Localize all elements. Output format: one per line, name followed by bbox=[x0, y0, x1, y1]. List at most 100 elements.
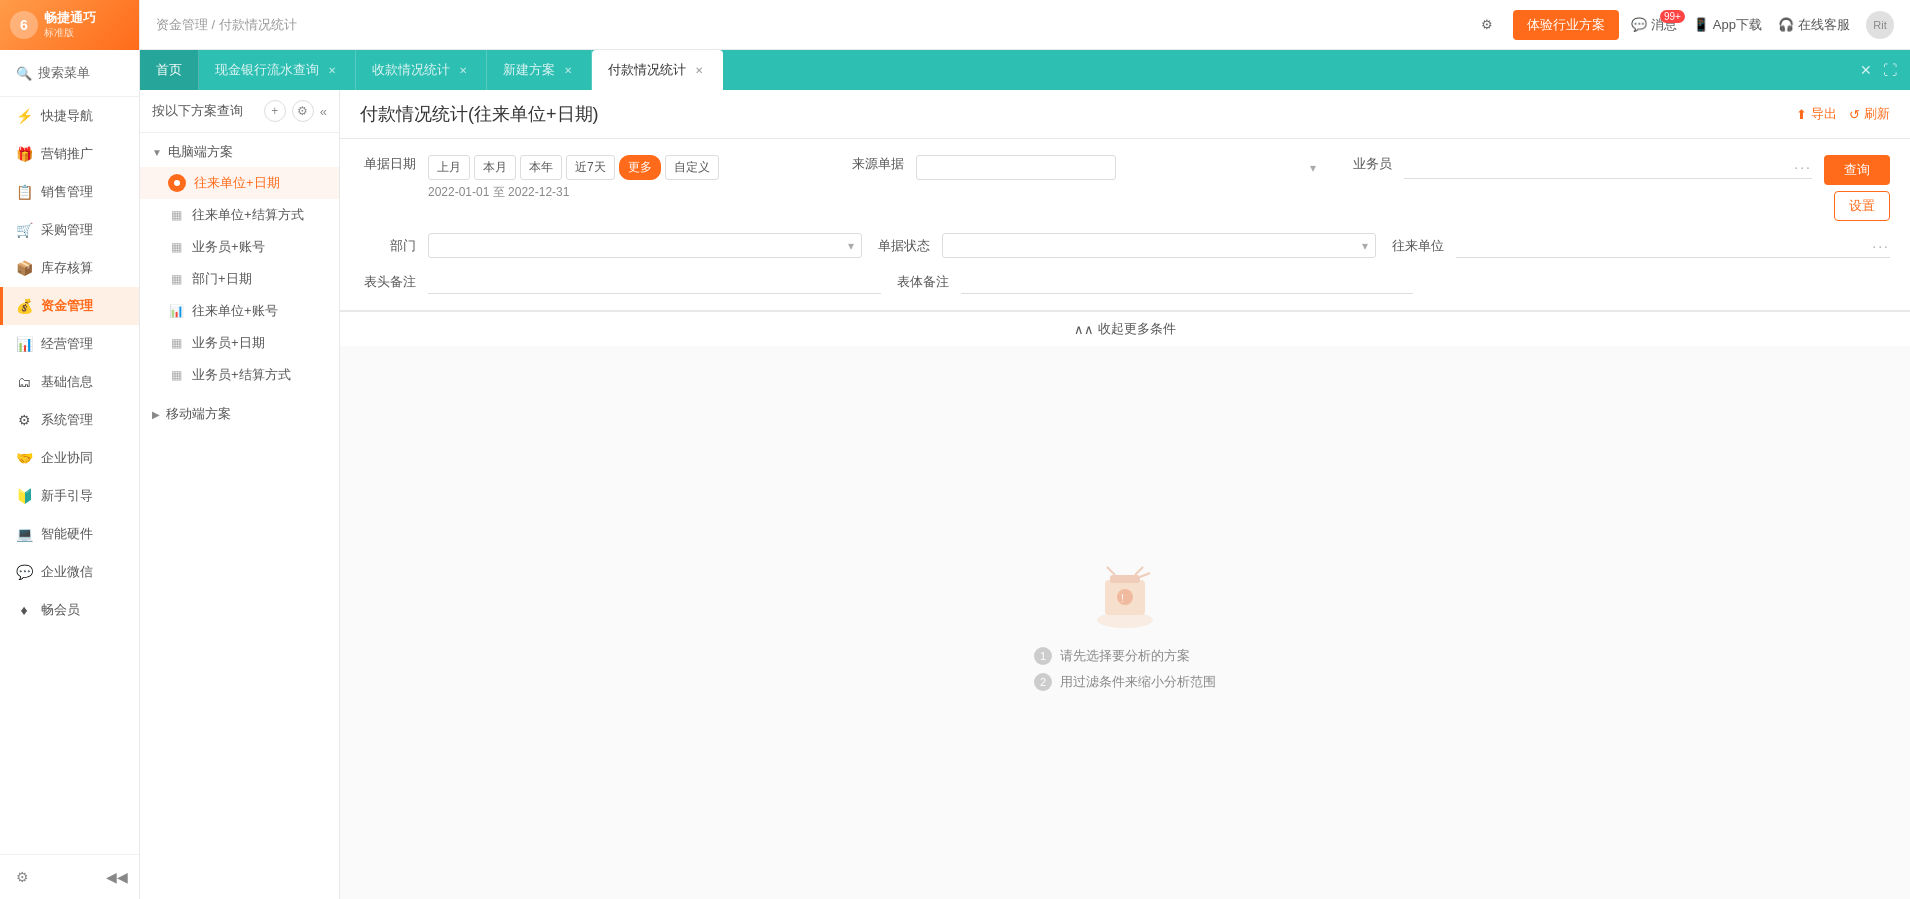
topbar: 资金管理 / 付款情况统计 ⚙ 体验行业方案 💬 消息 99+ 📱 App下载 … bbox=[140, 0, 1910, 50]
sidebar-item-guide[interactable]: 🔰新手引导 bbox=[0, 477, 139, 515]
status-select[interactable] bbox=[942, 233, 1376, 258]
nav-label-guide: 新手引导 bbox=[41, 487, 93, 505]
sidebar-nav: ⚡快捷导航🎁营销推广📋销售管理🛒采购管理📦库存核算💰资金管理📊经营管理🗂基础信息… bbox=[0, 97, 139, 854]
sidebar-item-shortcut[interactable]: ⚡快捷导航 bbox=[0, 97, 139, 135]
scheme-item-partner_account[interactable]: 📊往来单位+账号 bbox=[140, 295, 339, 327]
scheme-icon-partner_account: 📊 bbox=[168, 303, 184, 319]
scheme-collapse-icon[interactable]: « bbox=[320, 104, 327, 119]
this-year-btn[interactable]: 本年 bbox=[520, 155, 562, 180]
sidebar-item-finance[interactable]: 💰资金管理 bbox=[0, 287, 139, 325]
more-date-btn[interactable]: 更多 bbox=[619, 155, 661, 180]
scheme-item-partner_date[interactable]: 往来单位+日期 bbox=[140, 167, 339, 199]
scheme-item-staff_settle[interactable]: ▦业务员+结算方式 bbox=[140, 359, 339, 391]
svg-line-7 bbox=[1107, 567, 1115, 575]
nav-label-inventory: 库存核算 bbox=[41, 259, 93, 277]
message-icon: 💬 bbox=[1631, 17, 1647, 32]
tab-close-new_scheme[interactable]: ✕ bbox=[561, 63, 575, 77]
tab-payment[interactable]: 付款情况统计 ✕ bbox=[592, 50, 723, 90]
tip-num-2: 2 bbox=[1034, 673, 1052, 691]
settings-gear-icon[interactable]: ⚙ bbox=[8, 863, 36, 891]
sidebar-item-system[interactable]: ⚙系统管理 bbox=[0, 401, 139, 439]
sidebar-item-inventory[interactable]: 📦库存核算 bbox=[0, 249, 139, 287]
body-note-input[interactable] bbox=[961, 270, 1414, 294]
staff-input[interactable] bbox=[1404, 155, 1812, 179]
content-area: 按以下方案查询 + ⚙ « ▼ 电脑端方案 往来单位+日期▦往来单位+结算方式▦… bbox=[140, 90, 1910, 899]
partner-input-wrap: ··· bbox=[1456, 234, 1890, 258]
sidebar-item-hardware[interactable]: 💻智能硬件 bbox=[0, 515, 139, 553]
staff-label: 业务员 bbox=[1336, 155, 1392, 173]
sidebar-item-enterprise[interactable]: 🤝企业协同 bbox=[0, 439, 139, 477]
nav-icon-shortcut: ⚡ bbox=[15, 107, 33, 125]
scheme-item-staff_date[interactable]: ▦业务员+日期 bbox=[140, 327, 339, 359]
date-range-text: 2022-01-01 至 2022-12-31 bbox=[428, 184, 836, 201]
sidebar-item-purchase[interactable]: 🛒采购管理 bbox=[0, 211, 139, 249]
message-btn[interactable]: 💬 消息 99+ bbox=[1631, 16, 1677, 34]
partner-dots-btn[interactable]: ··· bbox=[1872, 238, 1890, 254]
nav-label-member: 畅会员 bbox=[41, 601, 80, 619]
status-select-wrap bbox=[942, 233, 1376, 258]
scheme-item-dept_date[interactable]: ▦部门+日期 bbox=[140, 263, 339, 295]
partner-input[interactable] bbox=[1456, 234, 1890, 258]
nav-icon-system: ⚙ bbox=[15, 411, 33, 429]
close-window-btn[interactable]: ✕ bbox=[1858, 62, 1874, 78]
tab-label-new_scheme: 新建方案 bbox=[503, 61, 555, 79]
collapse-sidebar-btn[interactable]: ◀◀ bbox=[103, 863, 131, 891]
tab-close-cashflow[interactable]: ✕ bbox=[325, 63, 339, 77]
tab-close-receipt[interactable]: ✕ bbox=[456, 63, 470, 77]
tab-receipt[interactable]: 收款情况统计 ✕ bbox=[356, 50, 487, 90]
online-service-btn[interactable]: 🎧 在线客服 bbox=[1778, 16, 1850, 34]
sidebar-item-basic[interactable]: 🗂基础信息 bbox=[0, 363, 139, 401]
trial-btn[interactable]: 体验行业方案 bbox=[1513, 10, 1619, 40]
scheme-icon-staff_account: ▦ bbox=[168, 239, 184, 255]
filter-area: 单据日期 上月 本月 本年 近7天 更多 自定义 2022-01-01 至 20… bbox=[340, 139, 1910, 311]
staff-dots-btn[interactable]: ··· bbox=[1794, 159, 1812, 175]
add-scheme-btn[interactable]: + bbox=[264, 100, 286, 122]
source-select[interactable] bbox=[916, 155, 1116, 180]
last-7days-btn[interactable]: 近7天 bbox=[566, 155, 615, 180]
scheme-items-list: 往来单位+日期▦往来单位+结算方式▦业务员+账号▦部门+日期📊往来单位+账号▦业… bbox=[140, 167, 339, 391]
topbar-gear-icon[interactable]: ⚙ bbox=[1473, 11, 1501, 39]
body-note-label: 表体备注 bbox=[893, 273, 949, 291]
sidebar-item-marketing[interactable]: 🎁营销推广 bbox=[0, 135, 139, 173]
tab-new_scheme[interactable]: 新建方案 ✕ bbox=[487, 50, 592, 90]
phone-icon: 📱 bbox=[1693, 17, 1709, 32]
tab-home[interactable]: 首页 bbox=[140, 50, 199, 90]
tab-label-payment: 付款情况统计 bbox=[608, 61, 686, 79]
scheme-label-staff_account: 业务员+账号 bbox=[192, 238, 265, 256]
tab-close-payment[interactable]: ✕ bbox=[692, 63, 706, 77]
sidebar-item-member[interactable]: ♦畅会员 bbox=[0, 591, 139, 629]
sidebar-item-sales[interactable]: 📋销售管理 bbox=[0, 173, 139, 211]
page-header: 付款情况统计(往来单位+日期) ⬆ 导出 ↺ 刷新 bbox=[340, 90, 1910, 139]
filter-settings-btn[interactable]: 设置 bbox=[1834, 191, 1890, 221]
avatar[interactable]: Rit bbox=[1866, 11, 1894, 39]
mobile-group-arrow-icon: ▶ bbox=[152, 409, 160, 420]
this-month-btn[interactable]: 本月 bbox=[474, 155, 516, 180]
collapse-conditions-bar[interactable]: ∧∧ 收起更多条件 bbox=[340, 311, 1910, 346]
scheme-item-staff_account[interactable]: ▦ 业务员+账号 bbox=[140, 231, 339, 263]
sidebar-item-operation[interactable]: 📊经营管理 bbox=[0, 325, 139, 363]
svg-rect-2 bbox=[1110, 575, 1140, 583]
dept-select[interactable] bbox=[428, 233, 862, 258]
svg-point-3 bbox=[1117, 589, 1133, 605]
nav-icon-marketing: 🎁 bbox=[15, 145, 33, 163]
header-note-input[interactable] bbox=[428, 270, 881, 294]
mobile-group-header[interactable]: ▶ 移动端方案 bbox=[140, 399, 339, 429]
query-btn[interactable]: 查询 bbox=[1824, 155, 1890, 185]
app-download-btn[interactable]: 📱 App下载 bbox=[1693, 16, 1762, 34]
scheme-item-partner_settle[interactable]: ▦往来单位+结算方式 bbox=[140, 199, 339, 231]
scheme-icon-staff_date: ▦ bbox=[168, 335, 184, 351]
tab-label-receipt: 收款情况统计 bbox=[372, 61, 450, 79]
sidebar-item-weixin[interactable]: 💬企业微信 bbox=[0, 553, 139, 591]
tab-cashflow[interactable]: 现金银行流水查询✕ bbox=[199, 50, 356, 90]
search-menu-item[interactable]: 🔍 搜索菜单 bbox=[8, 58, 131, 88]
scheme-settings-btn[interactable]: ⚙ bbox=[292, 100, 314, 122]
nav-label-purchase: 采购管理 bbox=[41, 221, 93, 239]
last-month-btn[interactable]: 上月 bbox=[428, 155, 470, 180]
refresh-btn[interactable]: ↺ 刷新 bbox=[1849, 105, 1890, 123]
custom-date-btn[interactable]: 自定义 bbox=[665, 155, 719, 180]
nav-label-finance: 资金管理 bbox=[41, 297, 93, 315]
export-btn[interactable]: ⬆ 导出 bbox=[1796, 105, 1837, 123]
nav-label-weixin: 企业微信 bbox=[41, 563, 93, 581]
desktop-group-header[interactable]: ▼ 电脑端方案 bbox=[140, 137, 339, 167]
maximize-window-btn[interactable]: ⛶ bbox=[1882, 62, 1898, 78]
